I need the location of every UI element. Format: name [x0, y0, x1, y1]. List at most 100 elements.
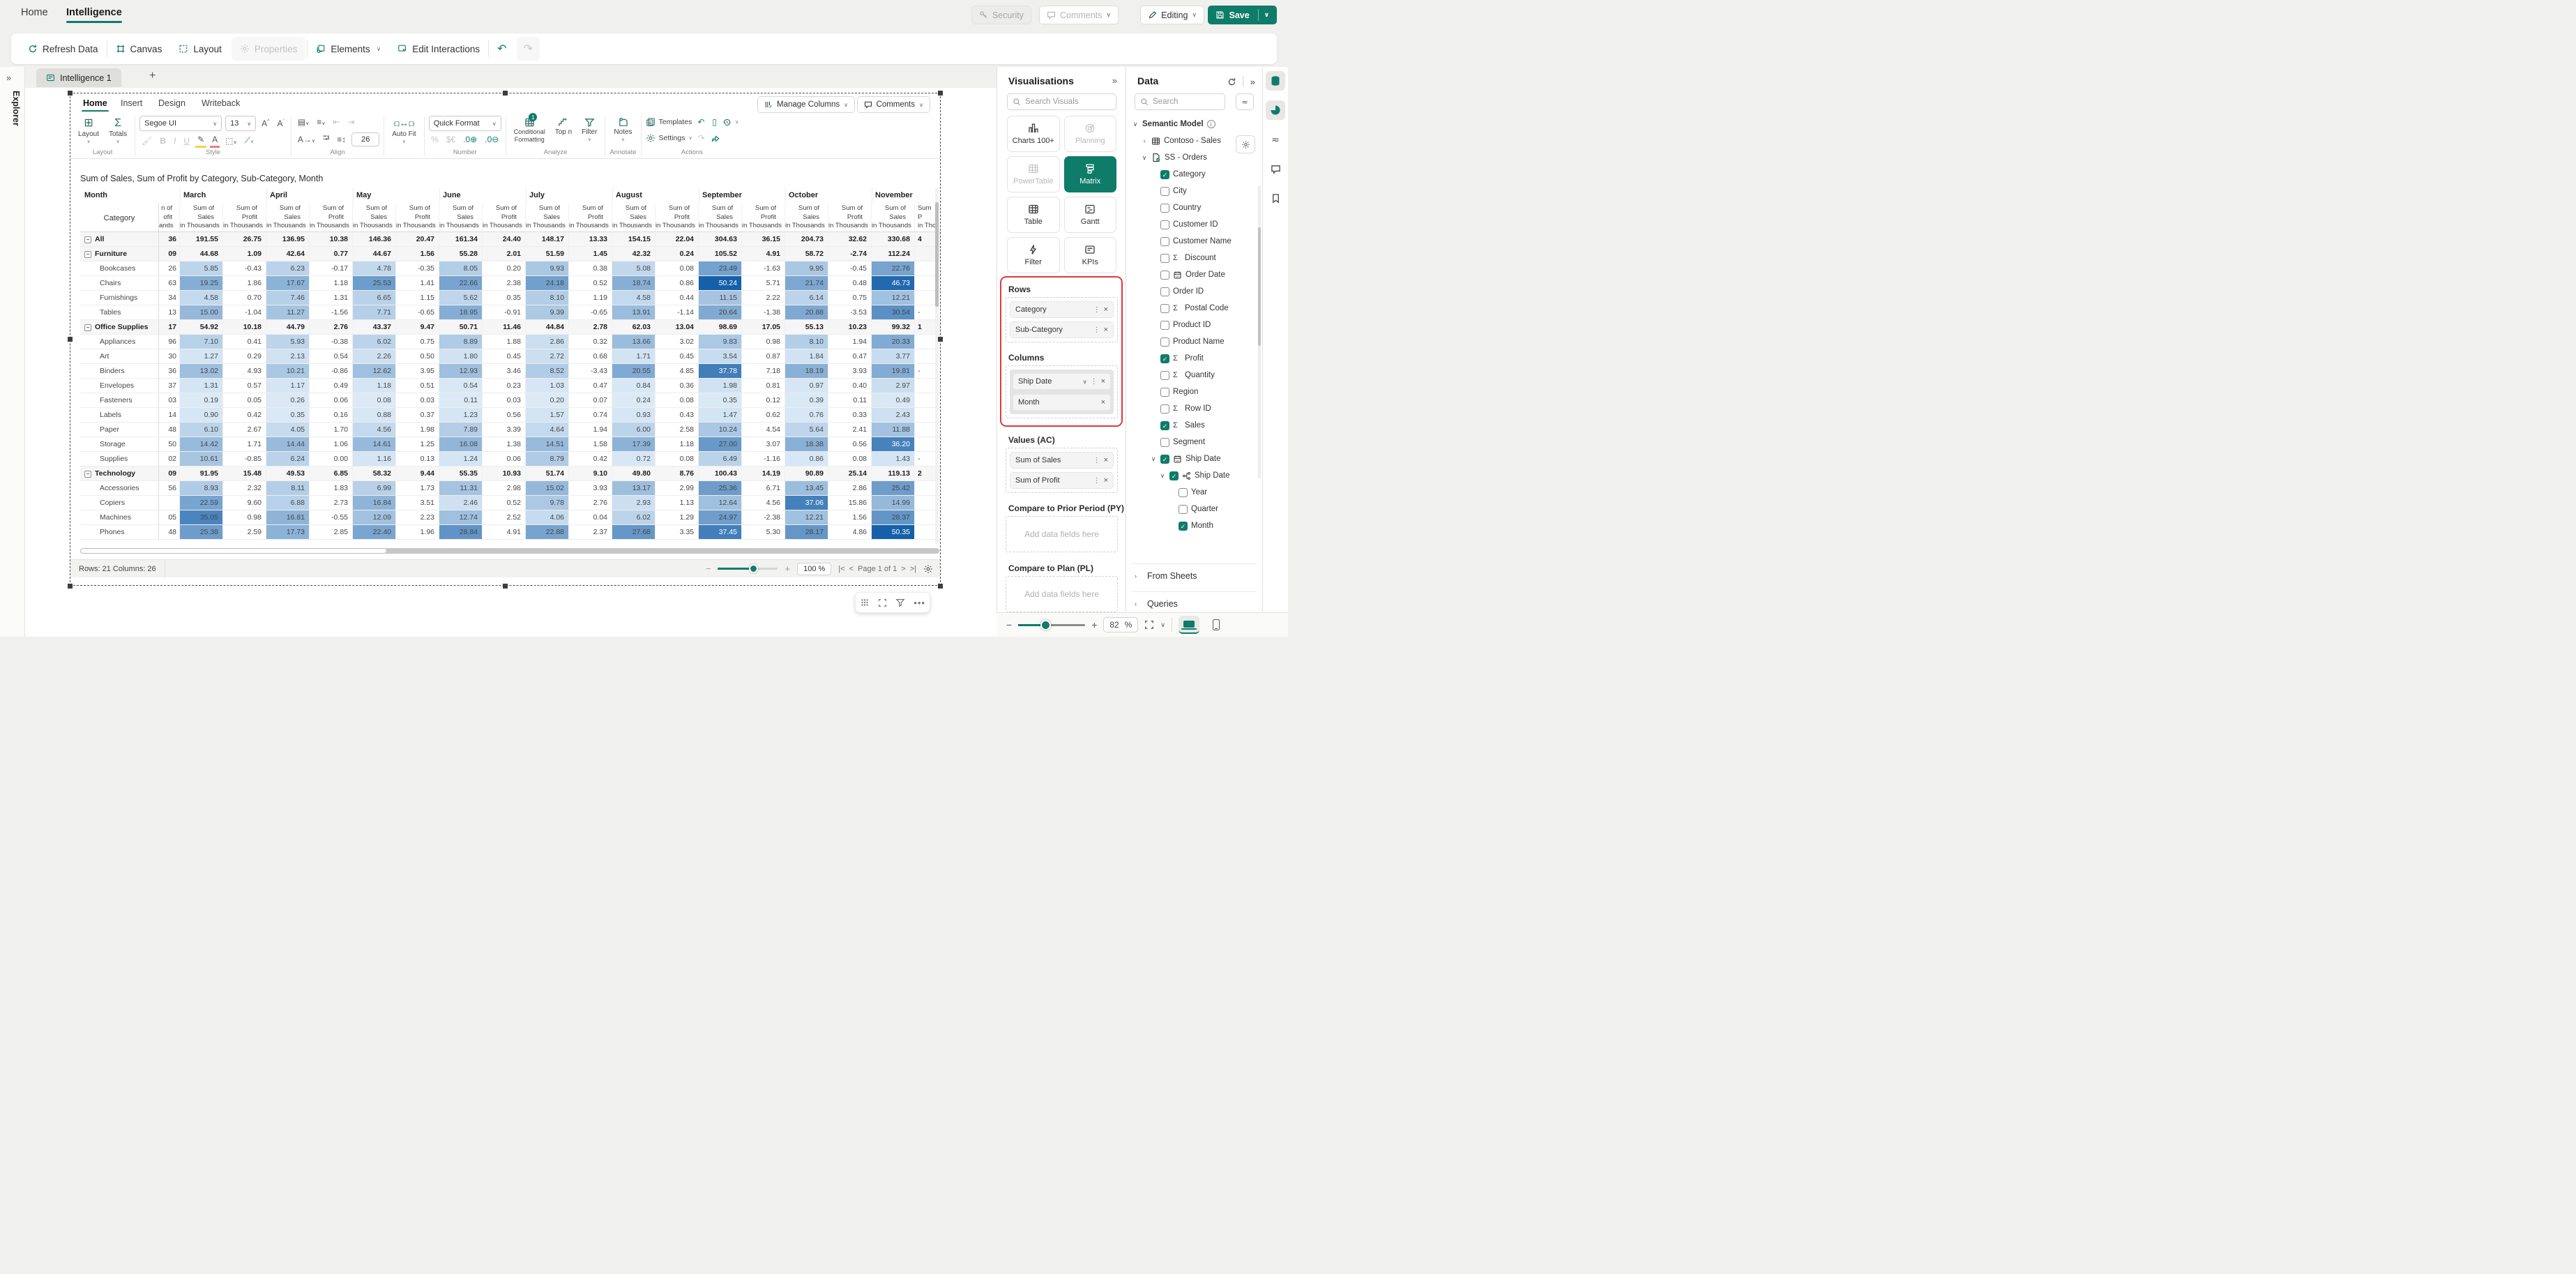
resize-handle-se[interactable]	[938, 584, 943, 589]
profit-value-cell[interactable]: 0.49	[310, 379, 353, 393]
partial-value-cell[interactable]: 48	[159, 423, 180, 437]
percent-format-icon[interactable]: %	[429, 133, 441, 146]
profit-value-cell[interactable]: 0.54	[310, 349, 353, 364]
profit-value-cell[interactable]: 0.75	[828, 291, 872, 305]
profit-value-cell[interactable]: 1.31	[310, 291, 353, 305]
row-label[interactable]: Envelopes	[80, 379, 159, 393]
profit-value-cell[interactable]: 4.93	[223, 364, 266, 379]
visual-tile-charts-100-[interactable]: Charts 100+	[1007, 116, 1060, 152]
profit-value-cell[interactable]: 14.19	[742, 467, 785, 481]
profit-value-cell[interactable]: 0.42	[569, 452, 612, 467]
profit-value-cell[interactable]: -1.04	[223, 305, 266, 320]
values-dropzone[interactable]: Sum of Sales ⋮ × Sum of Profit ⋮ ×	[1006, 448, 1118, 493]
sales-value-cell[interactable]: 7.71	[353, 305, 396, 320]
sales-value-cell[interactable]: 0.90	[180, 408, 223, 423]
sales-value-cell[interactable]: 5.62	[439, 291, 483, 305]
sales-value-cell[interactable]: 15.02	[526, 481, 569, 496]
profit-value-cell[interactable]: 2.59	[223, 525, 266, 540]
properties-button[interactable]: Properties	[231, 37, 306, 61]
profit-value-cell[interactable]: 2.76	[310, 320, 353, 335]
data-search-input[interactable]: Search	[1135, 93, 1225, 110]
sales-value-cell[interactable]: 50.35	[872, 525, 915, 540]
chip-remove-icon[interactable]: ×	[1101, 398, 1105, 407]
matrix-zoom-value[interactable]: 100 %	[797, 562, 832, 575]
ribbon-filter-button[interactable]: Filter ∨	[578, 116, 600, 144]
profit-value-cell[interactable]: 0.24	[656, 247, 699, 261]
tree-item-city[interactable]: City	[1132, 183, 1256, 199]
currency-format-icon[interactable]: $€	[444, 133, 457, 146]
manage-columns-button[interactable]: Manage Columns ∨	[757, 96, 855, 113]
profit-value-cell[interactable]: 0.00	[310, 452, 353, 467]
sales-value-cell[interactable]: 2.43	[872, 408, 915, 423]
sales-value-cell[interactable]: 191.55	[180, 232, 223, 247]
row-height-icon[interactable]: ≡↕	[335, 133, 348, 146]
profit-value-cell[interactable]: 13.33	[569, 232, 612, 247]
tree-item-product-id[interactable]: Product ID	[1132, 317, 1256, 333]
sales-value-cell[interactable]: 20.55	[612, 364, 656, 379]
sales-value-cell[interactable]: 4.05	[266, 423, 310, 437]
table-settings-gear-icon[interactable]	[923, 564, 933, 574]
sales-value-cell[interactable]: 2.72	[526, 349, 569, 364]
profit-value-cell[interactable]: 3.93	[828, 364, 872, 379]
profit-value-cell[interactable]: 36.15	[742, 232, 785, 247]
sales-measure-header[interactable]: Sum of Sales in Thousands	[872, 203, 915, 232]
profit-measure-header[interactable]: Sum of Profit in Thousands	[569, 203, 612, 232]
visuals-search-input[interactable]: Search Visuals	[1007, 93, 1116, 110]
profit-value-cell[interactable]: -0.65	[569, 305, 612, 320]
sales-value-cell[interactable]: 43.37	[353, 320, 396, 335]
profit-value-cell[interactable]: 1.96	[396, 525, 439, 540]
sales-value-cell[interactable]: 2.13	[266, 349, 310, 364]
profit-value-cell[interactable]: 2.01	[483, 247, 526, 261]
visual-tile-matrix[interactable]: Matrix	[1063, 156, 1116, 192]
sales-value-cell[interactable]: 49.80	[612, 467, 656, 481]
row-label[interactable]: Bookcases	[80, 261, 159, 276]
sales-value-cell[interactable]: 14.44	[266, 437, 310, 452]
sales-value-cell[interactable]: 21.74	[785, 276, 828, 291]
partial-value-cell[interactable]: 09	[159, 467, 180, 481]
explorer-expand-icon[interactable]: »	[6, 73, 11, 83]
profit-value-cell[interactable]: 4.54	[742, 423, 785, 437]
sales-value-cell[interactable]: 12.62	[353, 364, 396, 379]
profit-value-cell[interactable]: 0.03	[396, 393, 439, 408]
profit-value-cell[interactable]: 2.52	[483, 510, 526, 525]
checkbox-unchecked[interactable]	[1160, 303, 1169, 313]
profit-value-cell[interactable]: 0.33	[828, 408, 872, 423]
sales-measure-header[interactable]: Sum of Sales in Thousands	[526, 203, 569, 232]
partial-value-cell[interactable]: 13	[159, 305, 180, 320]
partial-value-cell[interactable]: 26	[159, 261, 180, 276]
sales-measure-header[interactable]: Sum of Sales in Thousands	[785, 203, 828, 232]
sales-value-cell[interactable]: 3.77	[872, 349, 915, 364]
sales-value-cell[interactable]: 6.02	[353, 335, 396, 349]
profit-measure-header[interactable]: Sum of Profit in Thousands	[223, 203, 266, 232]
profit-value-cell[interactable]: 10.23	[828, 320, 872, 335]
sales-value-cell[interactable]: 90.89	[785, 467, 828, 481]
sales-value-cell[interactable]: 0.97	[785, 379, 828, 393]
sales-value-cell[interactable]: 12.74	[439, 510, 483, 525]
profit-value-cell[interactable]: 1.19	[569, 291, 612, 305]
layout-button[interactable]: Layout	[170, 33, 230, 64]
sales-value-cell[interactable]: 15.00	[180, 305, 223, 320]
chevron-down-icon[interactable]: ∨	[1264, 11, 1269, 19]
sales-value-cell[interactable]: 5.85	[180, 261, 223, 276]
row-label[interactable]: Tables	[80, 305, 159, 320]
sales-value-cell[interactable]: 10.21	[266, 364, 310, 379]
profit-value-cell[interactable]: 17.05	[742, 320, 785, 335]
sales-value-cell[interactable]: 0.54	[439, 379, 483, 393]
sales-value-cell[interactable]: 35.05	[180, 510, 223, 525]
format-painter-icon[interactable]: 🖌︎	[139, 135, 154, 147]
sales-value-cell[interactable]: 8.93	[180, 481, 223, 496]
diagonal-border-icon[interactable]: ⟋∨	[243, 134, 257, 147]
sales-value-cell[interactable]: 2.97	[872, 379, 915, 393]
row-height-input[interactable]: 26	[351, 132, 380, 146]
sales-value-cell[interactable]: 44.68	[180, 247, 223, 261]
sales-value-cell[interactable]: 9.39	[526, 305, 569, 320]
checkbox-unchecked[interactable]	[1160, 236, 1169, 246]
py-dropzone[interactable]: Add data fields here	[1006, 516, 1118, 552]
text-direction-icon[interactable]: A→∨	[296, 133, 317, 146]
checkbox-unchecked[interactable]	[1160, 437, 1169, 447]
visual-tile-filter[interactable]: Filter	[1007, 237, 1060, 273]
resize-handle-ne[interactable]	[938, 91, 943, 96]
sheet-tab-intelligence-1[interactable]: Intelligence 1	[36, 68, 121, 87]
row-label[interactable]: − All	[80, 232, 159, 247]
sales-value-cell[interactable]: 23.49	[699, 261, 742, 276]
